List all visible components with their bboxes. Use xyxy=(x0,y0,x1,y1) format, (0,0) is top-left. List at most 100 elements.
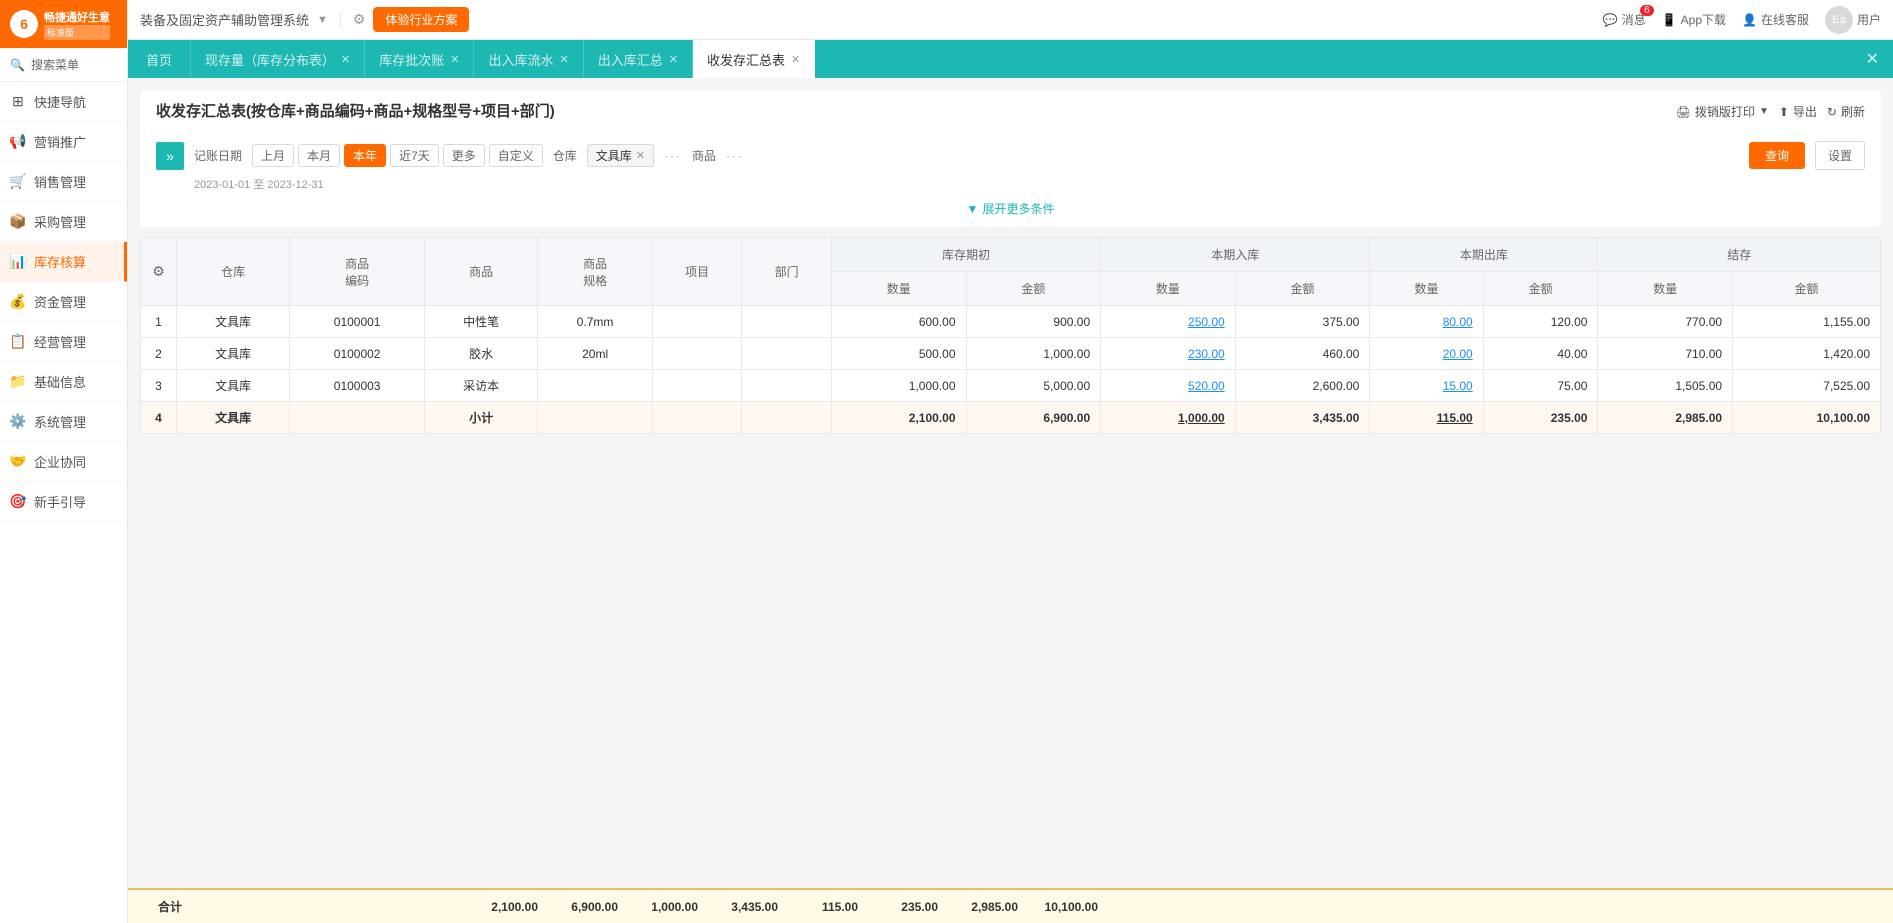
date-btn-this-month[interactable]: 本月 xyxy=(298,144,340,167)
sidebar-item-inventory[interactable]: 📊 库存核算 xyxy=(0,242,127,282)
search-menu[interactable]: 🔍 搜索菜单 xyxy=(0,48,127,82)
tab-close-batch-ledger[interactable]: ✕ xyxy=(450,53,459,66)
subtotal-empty-project xyxy=(652,402,741,434)
th-department: 部门 xyxy=(742,238,831,306)
sidebar-item-basic[interactable]: 📁 基础信息 xyxy=(0,362,127,402)
subtotal-balance-amt: 10,100.00 xyxy=(1733,402,1881,434)
goods-more-ellipsis[interactable]: ··· xyxy=(726,149,744,163)
message-action[interactable]: 💬 消息 6 xyxy=(1603,11,1646,28)
date-btn-custom[interactable]: 自定义 xyxy=(489,144,543,167)
th-settings: ⚙ xyxy=(141,238,177,306)
sidebar-item-cooperation[interactable]: 🤝 企业协同 xyxy=(0,442,127,482)
date-btn-prev-month[interactable]: 上月 xyxy=(252,144,294,167)
total-out-amt: 235.00 xyxy=(858,900,938,914)
export-button[interactable]: ⬆ 导出 xyxy=(1779,103,1817,120)
th-out-qty: 数量 xyxy=(1370,272,1483,306)
main-content: 装备及固定资产辅助管理系统 ▼ ⚙ 体验行业方案 💬 消息 6 📱 App下载 … xyxy=(128,0,1893,923)
sidebar-item-marketing[interactable]: 📢 营销推广 xyxy=(0,122,127,162)
row3-in-amt: 2,600.00 xyxy=(1235,370,1370,402)
row2-in-qty[interactable]: 230.00 xyxy=(1101,338,1236,370)
date-label: 记账日期 xyxy=(194,147,242,164)
online-service-action[interactable]: 👤 在线客服 xyxy=(1742,11,1809,28)
tab-inout-flow[interactable]: 出入库流水 ✕ xyxy=(474,40,583,78)
tab-bar-close-button[interactable]: ✕ xyxy=(1852,49,1893,69)
row2-out-qty[interactable]: 20.00 xyxy=(1370,338,1483,370)
column-settings-icon[interactable]: ⚙ xyxy=(152,263,165,279)
tab-close-inout-summary[interactable]: ✕ xyxy=(669,53,678,66)
row3-balance-qty: 1,505.00 xyxy=(1598,370,1733,402)
sidebar-item-operations[interactable]: 📋 经营管理 xyxy=(0,322,127,362)
th-out-amt: 金额 xyxy=(1483,272,1598,306)
row3-project xyxy=(652,370,741,402)
sidebar-item-quick-nav[interactable]: ⊞ 快捷导航 xyxy=(0,82,127,122)
sidebar-item-guide[interactable]: 🎯 新手引导 xyxy=(0,482,127,522)
gear-icon[interactable]: ⚙ xyxy=(353,11,366,28)
print-button[interactable]: 🖨 拨销版打印 ▼ xyxy=(1676,103,1769,120)
date-btn-this-year[interactable]: 本年 xyxy=(344,144,386,167)
tab-inventory-dist[interactable]: 现存量（库存分布表） ✕ xyxy=(191,40,365,78)
th-in-qty: 数量 xyxy=(1101,272,1236,306)
export-icon: ⬆ xyxy=(1779,105,1789,119)
user-action[interactable]: Ea 用户 xyxy=(1825,6,1881,34)
sidebar-item-purchase[interactable]: 📦 采购管理 xyxy=(0,202,127,242)
table-row: 2 文具库 0100002 胶水 20ml 500.00 1,000.00 23… xyxy=(141,338,1881,370)
tab-batch-ledger[interactable]: 库存批次账 ✕ xyxy=(365,40,474,78)
row2-balance-amt: 1,420.00 xyxy=(1733,338,1881,370)
row2-warehouse: 文具库 xyxy=(177,338,290,370)
tab-recv-send-summary[interactable]: 收发存汇总表 ✕ xyxy=(693,40,815,78)
th-spec: 商品规格 xyxy=(538,238,653,306)
refresh-icon: ↻ xyxy=(1827,105,1837,119)
row1-balance-qty: 770.00 xyxy=(1598,306,1733,338)
row1-in-qty[interactable]: 250.00 xyxy=(1101,306,1236,338)
divider xyxy=(340,12,341,28)
inventory-icon: 📊 xyxy=(10,254,26,270)
sidebar-item-finance[interactable]: 💰 资金管理 xyxy=(0,282,127,322)
date-btn-7days[interactable]: 近7天 xyxy=(390,144,439,167)
expand-more-btn[interactable]: ▼ 展开更多条件 xyxy=(967,200,1055,217)
row2-balance-qty: 710.00 xyxy=(1598,338,1733,370)
tab-close-inout-flow[interactable]: ✕ xyxy=(560,53,569,66)
top-header: 装备及固定资产辅助管理系统 ▼ ⚙ 体验行业方案 💬 消息 6 📱 App下载 … xyxy=(128,0,1893,40)
date-btn-more[interactable]: 更多 xyxy=(443,144,485,167)
settings-button[interactable]: 设置 xyxy=(1815,141,1865,170)
total-opening-qty: 2,100.00 xyxy=(458,900,538,914)
search-icon: 🔍 xyxy=(10,58,25,72)
th-balance-amt: 金额 xyxy=(1733,272,1881,306)
refresh-button[interactable]: ↻ 刷新 xyxy=(1827,103,1865,120)
row1-in-amt: 375.00 xyxy=(1235,306,1370,338)
logo-icon: 6 xyxy=(10,10,38,38)
row3-in-qty[interactable]: 520.00 xyxy=(1101,370,1236,402)
app-download-action[interactable]: 📱 App下载 xyxy=(1662,11,1726,28)
subtotal-name: 小计 xyxy=(424,402,537,434)
warehouse-tag: 文具库 ✕ xyxy=(587,144,654,167)
message-badge: 6 xyxy=(1640,5,1654,16)
subtotal-out-qty[interactable]: 115.00 xyxy=(1370,402,1483,434)
tab-close-recv-send-summary[interactable]: ✕ xyxy=(791,53,800,66)
subtotal-balance-qty: 2,985.00 xyxy=(1598,402,1733,434)
th-opening-amt: 金额 xyxy=(966,272,1101,306)
tab-home[interactable]: 首页 xyxy=(128,40,191,78)
filter-bar: » 记账日期 上月 本月 本年 近7天 更多 自定义 仓库 文具库 xyxy=(156,133,1865,217)
table-row: 3 文具库 0100003 采访本 1,000.00 5,000.00 520.… xyxy=(141,370,1881,402)
subtotal-warehouse: 文具库 xyxy=(177,402,290,434)
row1-out-qty[interactable]: 80.00 xyxy=(1370,306,1483,338)
subtotal-in-qty[interactable]: 1,000.00 xyxy=(1101,402,1236,434)
row3-out-qty[interactable]: 15.00 xyxy=(1370,370,1483,402)
th-warehouse: 仓库 xyxy=(177,238,290,306)
sidebar-item-system[interactable]: ⚙️ 系统管理 xyxy=(0,402,127,442)
row1-spec: 0.7mm xyxy=(538,306,653,338)
tab-inout-summary[interactable]: 出入库汇总 ✕ xyxy=(584,40,693,78)
query-button[interactable]: 查询 xyxy=(1749,142,1805,169)
warehouse-more-ellipsis[interactable]: ··· xyxy=(664,149,682,163)
tab-close-inventory-dist[interactable]: ✕ xyxy=(341,53,350,66)
row1-opening-qty: 600.00 xyxy=(831,306,966,338)
print-dropdown-icon: ▼ xyxy=(1759,106,1769,117)
experience-button[interactable]: 体验行业方案 xyxy=(373,7,469,32)
sidebar-item-sales[interactable]: 🛒 销售管理 xyxy=(0,162,127,202)
total-label: 合计 xyxy=(138,898,458,915)
warehouse-tag-close[interactable]: ✕ xyxy=(636,149,645,162)
filter-expand-arrow[interactable]: » xyxy=(156,142,184,170)
sales-icon: 🛒 xyxy=(10,174,26,190)
row3-opening-amt: 5,000.00 xyxy=(966,370,1101,402)
expand-row: ▼ 展开更多条件 xyxy=(156,200,1865,217)
